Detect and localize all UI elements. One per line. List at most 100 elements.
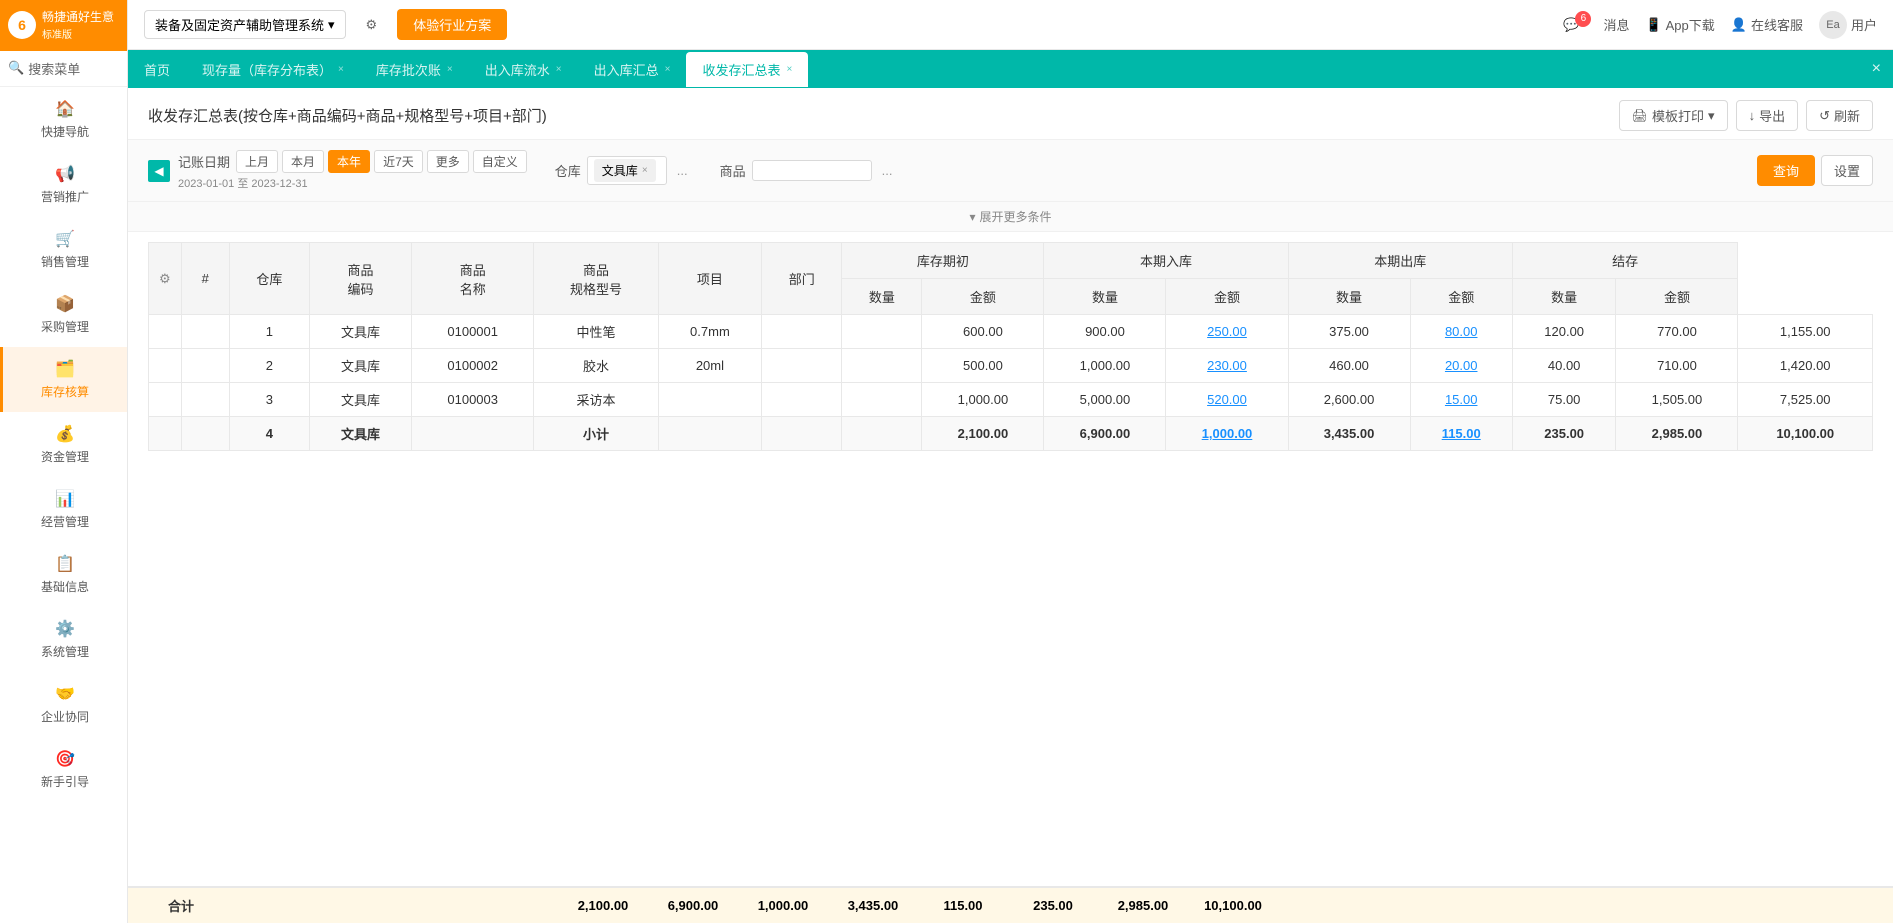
query-button[interactable]: 查询 <box>1757 155 1815 186</box>
table-cell: 75.00 <box>1512 383 1616 417</box>
warehouse-tag-close[interactable]: × <box>642 165 648 176</box>
chevron-down-icon: ▾ <box>1708 108 1715 124</box>
goods-more-button[interactable]: ... <box>878 163 897 178</box>
warehouse-input[interactable]: 文具库 × <box>587 156 667 185</box>
tab-bar: 首页 现存量（库存分布表） × 库存批次账 × 出入库流水 × 出入库汇总 × … <box>128 50 1893 88</box>
try-industry-button[interactable]: 体验行业方案 <box>397 9 507 40</box>
table-cell[interactable]: 230.00 <box>1166 349 1288 383</box>
export-icon: ↓ <box>1749 108 1756 123</box>
table-cell: 1,505.00 <box>1616 383 1738 417</box>
table-cell: 2 <box>229 349 309 383</box>
tab-recv-send[interactable]: 收发存汇总表 × <box>686 52 808 87</box>
sidebar-item-purchase[interactable]: 📦 采购管理 <box>0 282 127 347</box>
more-btn[interactable]: 更多 <box>427 150 469 173</box>
col-code: 商品编码 <box>309 243 411 315</box>
last7days-btn[interactable]: 近7天 <box>374 150 423 173</box>
table-cell: 1,000.00 <box>922 383 1044 417</box>
tab-summary[interactable]: 出入库汇总 × <box>578 52 687 87</box>
table-cell: 胶水 <box>534 349 658 383</box>
gear-button[interactable]: ⚙ <box>358 13 386 37</box>
content-area: 收发存汇总表(按仓库+商品编码+商品+规格型号+项目+部门) 🖨 模板打印 ▾ … <box>128 88 1893 886</box>
table-cell[interactable]: 80.00 <box>1410 315 1512 349</box>
sidebar-item-sales[interactable]: 🛒 销售管理 <box>0 217 127 282</box>
sidebar-item-business[interactable]: 📊 经营管理 <box>0 477 127 542</box>
expand-conditions-button[interactable]: ▾ 展开更多条件 <box>969 208 1051 225</box>
row-settings <box>149 315 182 349</box>
goods-input[interactable] <box>752 160 872 181</box>
tab-recv-send-label: 收发存汇总表 <box>702 60 780 79</box>
sidebar-item-basic[interactable]: 📋 基础信息 <box>0 542 127 607</box>
table-cell[interactable]: 115.00 <box>1410 417 1512 451</box>
service-icon: 👤 <box>1731 17 1747 33</box>
tab-batch-close[interactable]: × <box>447 64 453 75</box>
table-cell: 20ml <box>658 349 762 383</box>
template-print-button[interactable]: 🖨 模板打印 ▾ <box>1619 100 1728 131</box>
table-cell[interactable]: 520.00 <box>1166 383 1288 417</box>
table-settings-col[interactable]: ⚙ <box>149 243 182 315</box>
sidebar-search[interactable]: 🔍 搜索菜单 <box>0 51 127 87</box>
tab-batch[interactable]: 库存批次账 × <box>360 52 469 87</box>
table-cell <box>181 315 229 349</box>
table-cell[interactable]: 15.00 <box>1410 383 1512 417</box>
tab-inventory-dist-close[interactable]: × <box>338 64 344 75</box>
table-cell[interactable]: 250.00 <box>1166 315 1288 349</box>
logo-text: 畅捷通好生意 <box>42 10 114 26</box>
export-button[interactable]: ↓ 导出 <box>1736 100 1799 131</box>
sidebar-item-finance[interactable]: 💰 资金管理 <box>0 412 127 477</box>
system-selector[interactable]: 装备及固定资产辅助管理系统 ▾ <box>144 10 346 39</box>
date-range-display: 2023-01-01 至 2023-12-31 <box>178 175 527 191</box>
finance-icon: 💰 <box>55 424 75 444</box>
logo-icon: 6 <box>8 11 36 39</box>
online-service-button[interactable]: 👤 在线客服 <box>1731 15 1803 34</box>
this-month-btn[interactable]: 本月 <box>282 150 324 173</box>
table-cell: 120.00 <box>1512 315 1616 349</box>
tab-flow-close[interactable]: × <box>556 64 562 75</box>
sidebar-label-sales: 销售管理 <box>41 253 89 270</box>
custom-btn[interactable]: 自定义 <box>473 150 527 173</box>
newbie-icon: 🎯 <box>55 749 75 769</box>
last-month-btn[interactable]: 上月 <box>236 150 278 173</box>
tab-home-label: 首页 <box>144 60 170 79</box>
sidebar-item-marketing[interactable]: 📢 营销推广 <box>0 152 127 217</box>
sidebar-item-quick[interactable]: 🏠 快捷导航 <box>0 87 127 152</box>
table-cell: 0100003 <box>412 383 534 417</box>
tab-summary-close[interactable]: × <box>665 64 671 75</box>
tab-home[interactable]: 首页 <box>128 52 186 87</box>
tab-inventory-dist[interactable]: 现存量（库存分布表） × <box>186 52 360 87</box>
settings-button[interactable]: 设置 <box>1821 155 1873 186</box>
app-download-button[interactable]: 📱 App下载 <box>1645 15 1714 34</box>
search-icon: 🔍 <box>8 60 24 76</box>
user-button[interactable]: Ea 用户 <box>1819 11 1877 39</box>
sidebar-label-business: 经营管理 <box>41 513 89 530</box>
sidebar-item-system[interactable]: ⚙️ 系统管理 <box>0 607 127 672</box>
chevron-down-icon: ▾ <box>328 17 335 33</box>
sidebar-item-inventory[interactable]: 🗂️ 库存核算 <box>0 347 127 412</box>
footer-in-qty: 1,000.00 <box>738 898 828 913</box>
footer-in-amt: 3,435.00 <box>828 898 918 913</box>
sidebar-item-corp[interactable]: 🤝 企业协同 <box>0 672 127 737</box>
table-cell <box>842 349 922 383</box>
table-cell <box>762 349 842 383</box>
table-cell[interactable]: 1,000.00 <box>1166 417 1288 451</box>
this-year-btn[interactable]: 本年 <box>328 150 370 173</box>
table-cell[interactable]: 20.00 <box>1410 349 1512 383</box>
filter-collapse-button[interactable]: ◀ <box>148 160 170 182</box>
close-all-tabs[interactable]: × <box>1860 52 1893 86</box>
tab-recv-send-close[interactable]: × <box>786 64 792 75</box>
warehouse-more-button[interactable]: ... <box>673 163 692 178</box>
tab-flow-label: 出入库流水 <box>485 60 550 79</box>
main-area: 装备及固定资产辅助管理系统 ▾ ⚙ 体验行业方案 💬 6 消息 📱 App下载 … <box>128 0 1893 923</box>
topbar-right: 💬 6 消息 📱 App下载 👤 在线客服 Ea 用户 <box>1563 11 1877 39</box>
table-cell: 小计 <box>534 417 658 451</box>
message-button[interactable]: 💬 6 消息 <box>1563 15 1629 34</box>
sidebar-item-newbie[interactable]: 🎯 新手引导 <box>0 737 127 802</box>
table-cell: 375.00 <box>1288 315 1410 349</box>
tab-flow[interactable]: 出入库流水 × <box>469 52 578 87</box>
sidebar: 6 畅捷通好生意 标准版 🔍 搜索菜单 🏠 快捷导航 📢 营销推广 🛒 销售管理… <box>0 0 128 923</box>
col-in: 本期入库 <box>1044 243 1288 279</box>
page-header: 收发存汇总表(按仓库+商品编码+商品+规格型号+项目+部门) 🖨 模板打印 ▾ … <box>128 88 1893 140</box>
refresh-button[interactable]: ↺ 刷新 <box>1806 100 1873 131</box>
marketing-icon: 📢 <box>55 164 75 184</box>
phone-icon: 📱 <box>1645 17 1661 33</box>
table-cell: 1 <box>229 315 309 349</box>
